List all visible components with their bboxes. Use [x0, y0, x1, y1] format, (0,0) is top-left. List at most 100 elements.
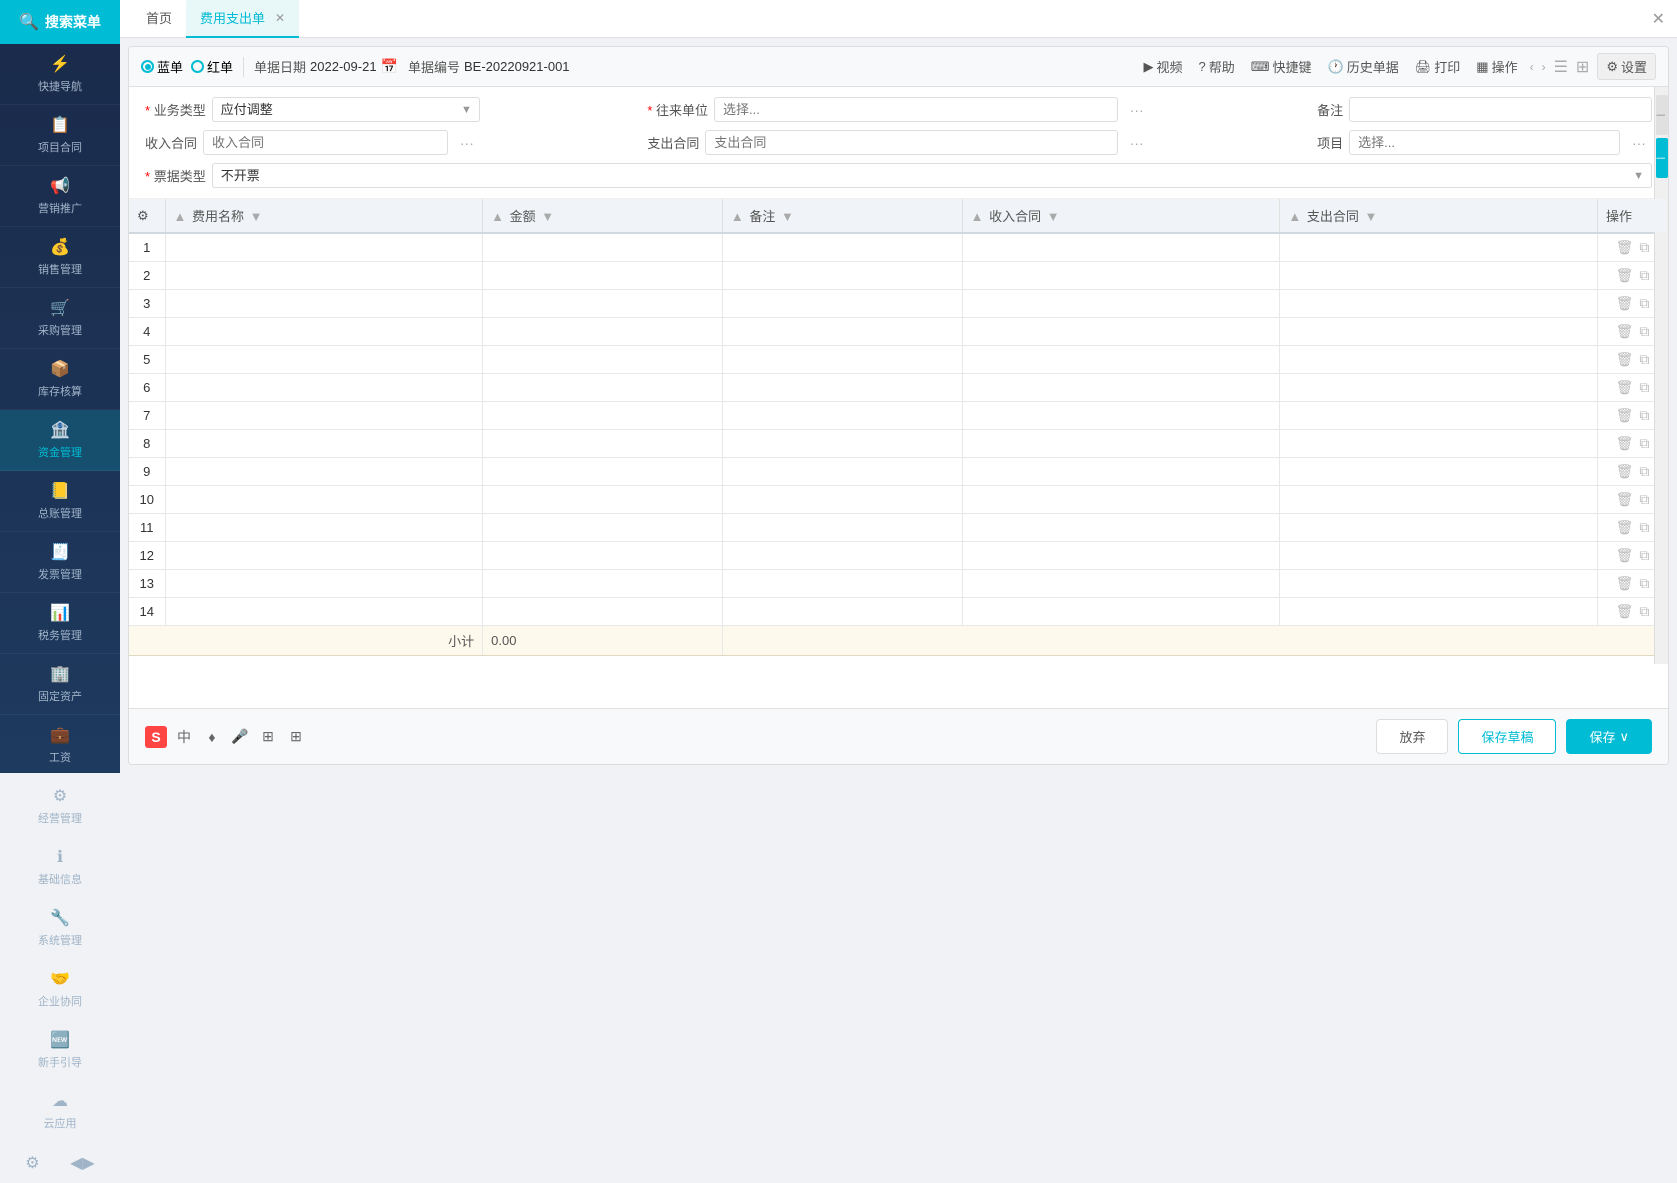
- row-4-income-contract[interactable]: [962, 318, 1280, 346]
- row-9-amount[interactable]: [483, 458, 723, 486]
- row-1-amount[interactable]: [483, 233, 723, 262]
- history-btn[interactable]: 🕐 历史单据: [1324, 55, 1403, 78]
- row-2-delete-icon[interactable]: 🗑: [1616, 267, 1634, 284]
- sidebar-item-sys-mgmt[interactable]: 🔧 系统管理: [0, 898, 120, 959]
- row-1-copy-icon[interactable]: ⧉: [1639, 239, 1649, 256]
- brand-grid2-icon[interactable]: ⊞: [285, 726, 307, 748]
- sidebar-item-salary[interactable]: 💼 工资: [0, 715, 120, 776]
- row-3-expense-contract[interactable]: [1280, 290, 1598, 318]
- row-4-expense-contract[interactable]: [1280, 318, 1598, 346]
- row-5-copy-icon[interactable]: ⧉: [1639, 351, 1649, 368]
- row-13-copy-icon[interactable]: ⧉: [1639, 575, 1649, 592]
- row-3-copy-icon[interactable]: ⧉: [1639, 295, 1649, 312]
- income-contract-input[interactable]: [203, 130, 448, 155]
- print-btn[interactable]: 🖨 打印: [1411, 55, 1465, 78]
- row-4-delete-icon[interactable]: 🗑: [1616, 323, 1634, 340]
- row-2-remark[interactable]: [722, 262, 962, 290]
- sidebar-item-ledger[interactable]: 📒 总账管理: [0, 471, 120, 532]
- row-7-expense-contract[interactable]: [1280, 402, 1598, 430]
- col-expense-sort-down[interactable]: ▼: [1364, 209, 1377, 224]
- video-btn[interactable]: ▶ 视频: [1139, 55, 1186, 78]
- row-14-remark[interactable]: [722, 598, 962, 626]
- row-10-copy-icon[interactable]: ⧉: [1639, 491, 1649, 508]
- row-14-income-contract[interactable]: [962, 598, 1280, 626]
- sidebar-item-enterprise[interactable]: 🤝 企业协同: [0, 959, 120, 1020]
- col-remark-sort-up[interactable]: ▲: [731, 209, 744, 224]
- sidebar-item-new-guide[interactable]: 🆕 新手引导: [0, 1020, 120, 1081]
- project-dots[interactable]: ···: [1626, 135, 1652, 151]
- col-remark-sort-down[interactable]: ▼: [781, 209, 794, 224]
- row-3-expense-name[interactable]: [165, 290, 483, 318]
- row-9-delete-icon[interactable]: 🗑: [1616, 463, 1634, 480]
- col-expense-name-sort-down[interactable]: ▼: [250, 209, 263, 224]
- row-1-expense-name[interactable]: [165, 233, 483, 262]
- save-button[interactable]: 保存 ∨: [1566, 719, 1652, 754]
- col-expense-sort-up[interactable]: ▲: [1288, 209, 1301, 224]
- row-6-delete-icon[interactable]: 🗑: [1616, 379, 1634, 396]
- row-3-amount[interactable]: [483, 290, 723, 318]
- row-1-expense-contract[interactable]: [1280, 233, 1598, 262]
- save-draft-button[interactable]: 保存草稿: [1458, 719, 1556, 754]
- row-8-expense-name[interactable]: [165, 430, 483, 458]
- row-12-delete-icon[interactable]: 🗑: [1616, 547, 1634, 564]
- sidebar-item-purchase[interactable]: 🛒 采购管理: [0, 288, 120, 349]
- row-14-amount[interactable]: [483, 598, 723, 626]
- row-9-expense-name[interactable]: [165, 458, 483, 486]
- row-8-copy-icon[interactable]: ⧉: [1639, 435, 1649, 452]
- col-settings[interactable]: ⚙: [129, 199, 165, 233]
- business-type-select[interactable]: 应付调整: [212, 97, 480, 122]
- partner-dots[interactable]: ···: [1124, 102, 1150, 118]
- row-6-amount[interactable]: [483, 374, 723, 402]
- row-10-expense-contract[interactable]: [1280, 486, 1598, 514]
- red-bill-radio-btn[interactable]: [191, 60, 204, 73]
- row-11-expense-name[interactable]: [165, 514, 483, 542]
- row-5-income-contract[interactable]: [962, 346, 1280, 374]
- row-9-income-contract[interactable]: [962, 458, 1280, 486]
- row-4-copy-icon[interactable]: ⧉: [1639, 323, 1649, 340]
- row-10-remark[interactable]: [722, 486, 962, 514]
- row-3-remark[interactable]: [722, 290, 962, 318]
- row-12-expense-contract[interactable]: [1280, 542, 1598, 570]
- row-11-remark[interactable]: [722, 514, 962, 542]
- set-button[interactable]: ⚙ 设置: [1597, 53, 1656, 80]
- row-2-amount[interactable]: [483, 262, 723, 290]
- row-7-income-contract[interactable]: [962, 402, 1280, 430]
- row-1-remark[interactable]: [722, 233, 962, 262]
- row-14-expense-contract[interactable]: [1280, 598, 1598, 626]
- sidebar-item-project-contract[interactable]: 📋 项目合同: [0, 105, 120, 166]
- operation-btn[interactable]: ▦ 操作: [1472, 55, 1521, 78]
- row-8-delete-icon[interactable]: 🗑: [1616, 435, 1634, 452]
- discard-button[interactable]: 放弃: [1376, 719, 1448, 754]
- tab-home[interactable]: 首页: [132, 0, 186, 38]
- row-7-amount[interactable]: [483, 402, 723, 430]
- sidebar-item-capital[interactable]: 🏦 资金管理: [0, 410, 120, 471]
- row-8-remark[interactable]: [722, 430, 962, 458]
- row-13-expense-contract[interactable]: [1280, 570, 1598, 598]
- sidebar-item-tax[interactable]: 📊 税务管理: [0, 593, 120, 654]
- row-11-income-contract[interactable]: [962, 514, 1280, 542]
- col-amount-sort-up[interactable]: ▲: [491, 209, 504, 224]
- row-6-remark[interactable]: [722, 374, 962, 402]
- income-contract-dots[interactable]: ···: [454, 135, 480, 151]
- row-2-expense-contract[interactable]: [1280, 262, 1598, 290]
- remark-input[interactable]: [1349, 97, 1652, 122]
- row-5-expense-contract[interactable]: [1280, 346, 1598, 374]
- row-10-expense-name[interactable]: [165, 486, 483, 514]
- row-7-expense-name[interactable]: [165, 402, 483, 430]
- calendar-icon[interactable]: 📅: [381, 58, 398, 75]
- audio-bottom-icon[interactable]: ◀▶: [70, 1153, 95, 1173]
- row-2-copy-icon[interactable]: ⧉: [1639, 267, 1649, 284]
- row-9-expense-contract[interactable]: [1280, 458, 1598, 486]
- row-5-expense-name[interactable]: [165, 346, 483, 374]
- row-13-remark[interactable]: [722, 570, 962, 598]
- row-11-copy-icon[interactable]: ⧉: [1639, 519, 1649, 536]
- row-4-expense-name[interactable]: [165, 318, 483, 346]
- col-income-sort-down[interactable]: ▼: [1047, 209, 1060, 224]
- row-14-expense-name[interactable]: [165, 598, 483, 626]
- row-13-income-contract[interactable]: [962, 570, 1280, 598]
- right-panel-tab-1[interactable]: |: [1656, 95, 1668, 135]
- row-6-expense-contract[interactable]: [1280, 374, 1598, 402]
- grid-view-btn[interactable]: ⊞: [1576, 57, 1589, 77]
- partner-input[interactable]: [714, 97, 1118, 122]
- right-panel-tab-2[interactable]: |: [1656, 138, 1668, 178]
